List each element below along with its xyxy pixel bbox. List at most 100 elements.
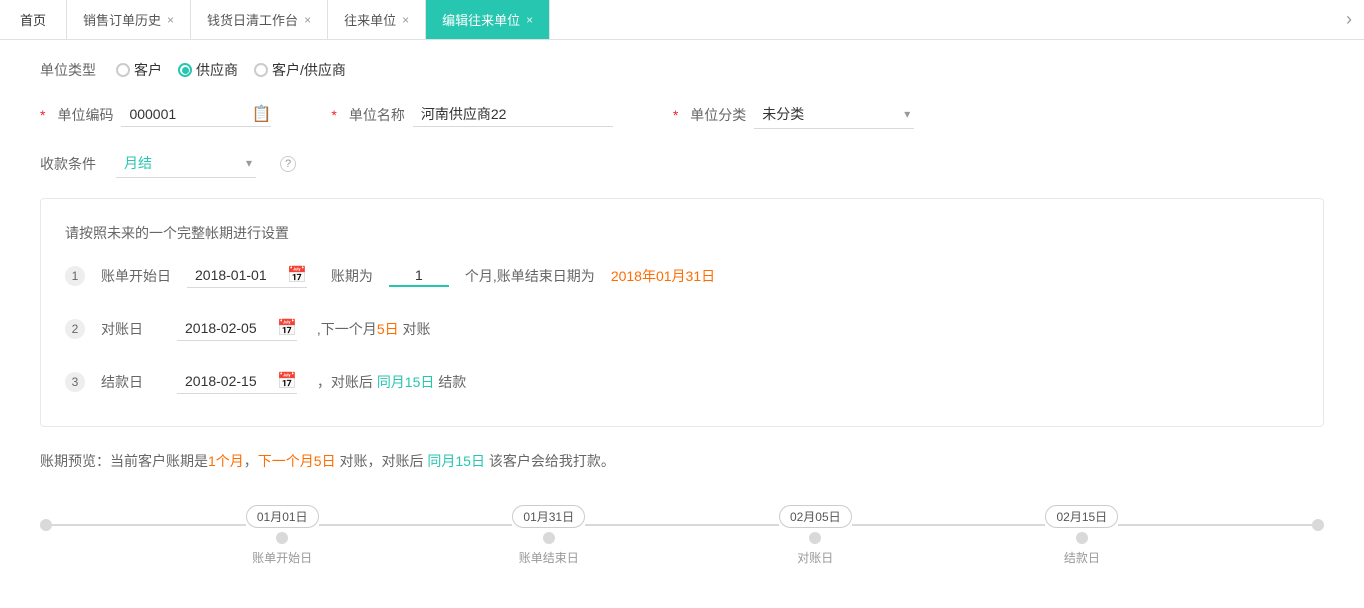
timeline-dot-2 [543,532,555,544]
unit-type-label: 单位类型 [40,60,96,80]
tab-expand-button[interactable]: › [1334,9,1364,30]
unit-code-label: 单位编码 [57,105,113,125]
payment-terms-value: 月结 [116,149,242,177]
timeline-dot-4 [1076,532,1088,544]
preview-prefix: 账期预览：当前客户账期是 [40,453,208,469]
payment-desc: ，对账后 同月15日 结款 [317,372,466,392]
unit-category-value: 未分类 [754,100,900,128]
unit-info-row: * 单位编码 📋 * 单位名称 * 单位分类 未分类 ▾ [40,100,1324,129]
timeline-node-2: 01月31日 账单结束日 [512,505,585,544]
timeline-line-5 [1118,524,1312,526]
start-date-input-wrapper: 📅 [187,263,307,288]
row-num-3: 3 [65,372,85,392]
settings-card: 请按照未来的一个完整帐期进行设置 1 账单开始日 📅 账期为 个月,账单结束日期… [40,198,1324,427]
radio-customer-circle [116,63,130,77]
preview-reconcile: 下一个月5日 [258,453,336,469]
unit-code-group: * 单位编码 📋 [40,102,271,127]
timeline-end-dot [1312,519,1324,531]
unit-code-calendar-icon[interactable]: 📋 [251,104,271,124]
period-prefix: 账期为 [331,266,373,286]
row-num-2: 2 [65,319,85,339]
row-label-3: 结款日 [101,372,161,392]
timeline-label-1: 账单开始日 [252,549,312,566]
preview-text: 账期预览：当前客户账期是1个月，下一个月5日 对账，对账后 同月15日 该客户会… [40,451,1324,471]
timeline-dot-3 [809,532,821,544]
close-tab-partner[interactable]: × [402,13,409,27]
timeline-line-3 [585,524,779,526]
row-label-1: 账单开始日 [101,266,171,286]
card-row-3: 3 结款日 📅 ，对账后 同月15日 结款 [65,369,1299,394]
unit-type-row: 单位类型 客户 供应商 客户/供应商 [40,60,1324,80]
radio-customer-supplier-circle [254,63,268,77]
close-tab-sales-history[interactable]: × [167,13,174,27]
reconcile-desc: ,下一个月5日 对账 [317,319,431,339]
payment-date-input-wrapper: 📅 [177,369,297,394]
timeline-line-4 [852,524,1046,526]
unit-name-input-wrapper [413,102,613,127]
radio-supplier-circle [178,63,192,77]
unit-category-dropdown-icon: ▾ [900,107,914,121]
timeline-label-2: 账单结束日 [519,549,579,566]
timeline-node-1: 01月01日 账单开始日 [246,505,319,544]
unit-code-input[interactable] [121,102,251,126]
end-date-highlight: 2018年01月31日 [611,266,715,286]
unit-category-group: * 单位分类 未分类 ▾ [673,100,914,129]
reconcile-date-input-wrapper: 📅 [177,316,297,341]
row-label-2: 对账日 [101,319,161,339]
tab-partner[interactable]: 往来单位 × [328,0,426,39]
unit-category-label: 单位分类 [690,105,746,125]
timeline-label-3: 对账日 [797,549,833,566]
unit-name-group: * 单位名称 [331,102,612,127]
tab-cash-work[interactable]: 钱货日清工作台 × [191,0,328,39]
unit-type-radio-group: 客户 供应商 客户/供应商 [116,60,346,80]
preview-period: 1个月 [208,453,244,469]
tab-edit-partner[interactable]: 编辑往来单位 × [426,0,550,39]
payment-terms-label: 收款条件 [40,154,96,174]
payment-date-calendar-icon[interactable]: 📅 [277,371,297,391]
payment-terms-help-icon[interactable]: ? [280,156,296,172]
card-title: 请按照未来的一个完整帐期进行设置 [65,223,1299,243]
tab-sales-history[interactable]: 销售订单历史 × [67,0,191,39]
start-date-calendar-icon[interactable]: 📅 [287,265,307,285]
timeline-line-2 [319,524,513,526]
reconcile-date-calendar-icon[interactable]: 📅 [277,318,297,338]
period-suffix: 个月,账单结束日期为 [465,266,595,286]
unit-name-input[interactable] [413,102,613,126]
preview-section: 账期预览：当前客户账期是1个月，下一个月5日 对账，对账后 同月15日 该客户会… [40,435,1324,574]
row-num-1: 1 [65,266,85,286]
period-input[interactable] [389,265,449,287]
timeline-dot-1 [276,532,288,544]
unit-category-select[interactable]: 未分类 ▾ [754,100,914,129]
close-tab-cash-work[interactable]: × [304,13,311,27]
radio-supplier[interactable]: 供应商 [178,60,238,80]
timeline-badge-3: 02月05日 [779,505,852,528]
unit-name-label: 单位名称 [349,105,405,125]
preview-mid2: 对账，对账后 [336,453,428,469]
card-row-2: 2 对账日 📅 ,下一个月5日 对账 [65,316,1299,341]
timeline-badge-1: 01月01日 [246,505,319,528]
main-content: 单位类型 客户 供应商 客户/供应商 * 单位编码 📋 [0,40,1364,608]
payment-terms-dropdown-icon: ▾ [242,156,256,170]
timeline-start-dot [40,519,52,531]
timeline-line-1 [52,524,246,526]
tab-home[interactable]: 首页 [0,0,67,39]
start-date-input[interactable] [187,263,287,287]
preview-mid1: ， [244,453,258,469]
preview-suffix: 该客户会给我打款。 [485,453,615,469]
timeline-badge-4: 02月15日 [1045,505,1118,528]
card-row-1: 1 账单开始日 📅 账期为 个月,账单结束日期为 2018年01月31日 [65,263,1299,288]
payment-date-input[interactable] [177,369,277,393]
timeline-badge-2: 01月31日 [512,505,585,528]
unit-code-input-wrapper: 📋 [121,102,271,127]
payment-terms-select[interactable]: 月结 ▾ [116,149,256,178]
radio-customer[interactable]: 客户 [116,60,162,80]
timeline-node-3: 02月05日 对账日 [779,505,852,544]
timeline-node-4: 02月15日 结款日 [1045,505,1118,544]
timeline: 01月01日 账单开始日 01月31日 账单结束日 02月05日 对账日 02月… [40,495,1324,574]
tab-bar: 首页 销售订单历史 × 钱货日清工作台 × 往来单位 × 编辑往来单位 × › [0,0,1364,40]
preview-payment: 同月15日 [427,453,485,469]
close-tab-edit-partner[interactable]: × [526,13,533,27]
reconcile-date-input[interactable] [177,316,277,340]
radio-customer-supplier[interactable]: 客户/供应商 [254,60,346,80]
timeline-label-4: 结款日 [1064,549,1100,566]
